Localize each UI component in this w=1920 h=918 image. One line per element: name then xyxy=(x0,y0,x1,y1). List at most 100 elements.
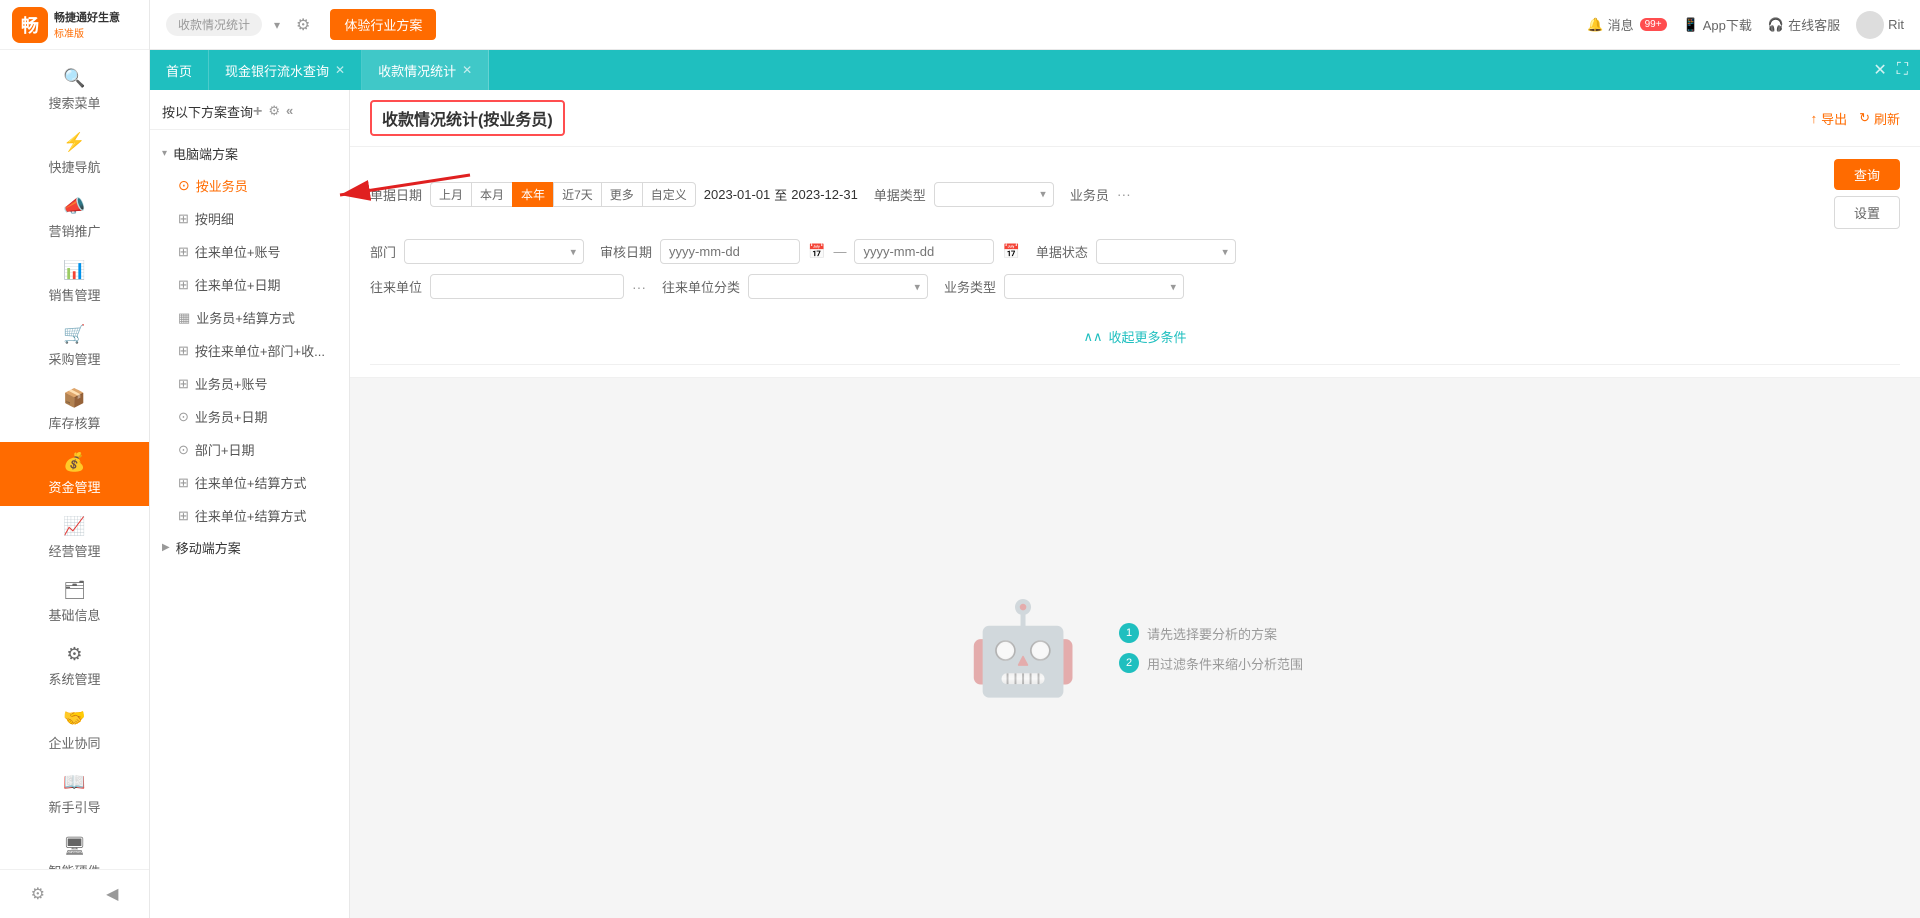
export-label: 导出 xyxy=(1821,109,1847,128)
app-download-label: App下载 xyxy=(1703,15,1752,34)
system-icon: ⚙ xyxy=(66,644,82,665)
sidebar-item-company[interactable]: 🤝 企业协同 xyxy=(0,698,149,762)
online-service-item[interactable]: 🎧 在线客服 xyxy=(1768,15,1840,34)
breadcrumb-chevron-icon[interactable]: ▾ xyxy=(274,18,280,32)
doc-status-select-wrapper xyxy=(1096,239,1236,264)
settings-scheme-icon[interactable]: ⚙ xyxy=(268,103,280,121)
sidebar-item-finance[interactable]: 💰 资金管理 xyxy=(0,442,149,506)
tab-home[interactable]: 首页 xyxy=(150,50,209,90)
gear-icon[interactable]: ⚙ xyxy=(296,15,310,35)
scheme-salesman-settle[interactable]: ▦ 业务员+结算方式 xyxy=(150,301,349,334)
salesman-label: 业务员 xyxy=(1070,185,1109,204)
sidebar-item-search[interactable]: 🔍 搜索菜单 xyxy=(0,58,149,122)
sidebar-item-ops[interactable]: 📈 经营管理 xyxy=(0,506,149,570)
date-tab-last7[interactable]: 近7天 xyxy=(553,182,601,207)
export-button[interactable]: ↑ 导出 xyxy=(1811,109,1848,128)
doc-type-select[interactable] xyxy=(934,182,1054,207)
mobile-section[interactable]: ▶ 移动端方案 xyxy=(150,532,349,563)
date-tab-prev-month[interactable]: 上月 xyxy=(430,182,471,207)
partner-input[interactable] xyxy=(430,274,624,299)
desktop-section[interactable]: ▾ 电脑端方案 xyxy=(150,138,349,169)
dept-label: 部门 xyxy=(370,242,396,261)
salesman-more-icon[interactable]: ··· xyxy=(1117,186,1131,202)
date-filter: 单据日期 上月 本月 本年 近7天 更多 自定义 2023-01-01 至 xyxy=(370,182,858,207)
settings-bottom-icon[interactable]: ⚙ xyxy=(23,880,53,908)
partner-category-filter: 往来单位分类 xyxy=(662,274,928,299)
scheme-unit-date[interactable]: ⊞ 往来单位+日期 xyxy=(150,268,349,301)
demo-button[interactable]: 体验行业方案 xyxy=(330,9,436,40)
review-date-to-input[interactable] xyxy=(854,239,994,264)
calendar-from-icon[interactable]: 📅 xyxy=(808,243,825,260)
biz-type-select[interactable] xyxy=(1004,274,1184,299)
settings-button[interactable]: 设置 xyxy=(1834,196,1900,229)
salesman-settle-icon: ▦ xyxy=(178,310,190,326)
left-panel: 按以下方案查询 + ⚙ « ▾ 电脑端方案 ⊙ 按业务员 ⊞ 按明 xyxy=(150,90,350,918)
app-download-item[interactable]: 📱 App下载 xyxy=(1683,15,1752,34)
collapse-label: 收起更多条件 xyxy=(1109,327,1187,346)
sidebar-item-purchase[interactable]: 🛒 采购管理 xyxy=(0,314,149,378)
logo-text-area: 畅捷通好生意 标准版 xyxy=(54,9,120,40)
user-item[interactable]: Rit xyxy=(1856,11,1904,39)
empty-state: 🤖 1 请先选择要分析的方案 2 用过滤条件来缩小分析范围 xyxy=(967,378,1303,918)
date-tab-more[interactable]: 更多 xyxy=(601,182,642,207)
left-panel-title: 按以下方案查询 xyxy=(162,102,253,121)
tip-2: 2 用过滤条件来缩小分析范围 xyxy=(1119,653,1303,673)
fullscreen-icon[interactable]: ⛶ xyxy=(1897,61,1908,79)
tab-bank[interactable]: 现金银行流水查询 ✕ xyxy=(209,50,362,90)
sidebar-item-marketing[interactable]: 📣 营销推广 xyxy=(0,186,149,250)
scheme-by-detail[interactable]: ⊞ 按明细 xyxy=(150,202,349,235)
date-tab-group: 上月 本月 本年 近7天 更多 自定义 xyxy=(430,182,696,207)
notifications-item[interactable]: 🔔 消息 99+ xyxy=(1587,15,1666,34)
sidebar-item-inventory[interactable]: 📦 库存核算 xyxy=(0,378,149,442)
scheme-salesman-date[interactable]: ⊙ 业务员+日期 xyxy=(150,400,349,433)
scheme-label: 往来单位+日期 xyxy=(195,275,281,294)
close-all-tabs-icon[interactable]: ✕ xyxy=(1873,60,1886,80)
sidebar-item-sales[interactable]: 📊 销售管理 xyxy=(0,250,149,314)
calendar-to-icon[interactable]: 📅 xyxy=(1002,243,1019,260)
collapse-panel-icon[interactable]: « xyxy=(286,103,293,121)
unit-dept-icon: ⊞ xyxy=(178,343,189,359)
date-tab-this-month[interactable]: 本月 xyxy=(471,182,512,207)
doc-status-select[interactable] xyxy=(1096,239,1236,264)
sidebar-item-label: 营销推广 xyxy=(48,221,100,240)
filter-row-1: 单据日期 上月 本月 本年 近7天 更多 自定义 2023-01-01 至 xyxy=(370,159,1900,229)
date-tab-custom[interactable]: 自定义 xyxy=(642,182,696,207)
sidebar-item-system[interactable]: ⚙ 系统管理 xyxy=(0,634,149,698)
review-date-from-input[interactable] xyxy=(660,239,800,264)
tab-bank-close-icon[interactable]: ✕ xyxy=(335,63,345,77)
sidebar: 畅 畅捷通好生意 标准版 🔍 搜索菜单 ⚡ 快捷导航 📣 营销推广 📊 销售管理… xyxy=(0,0,150,918)
collapse-button[interactable]: ∧∧ 收起更多条件 xyxy=(1083,319,1186,354)
dept-select[interactable] xyxy=(404,239,584,264)
collapse-sidebar-icon[interactable]: ◀ xyxy=(98,880,126,908)
scheme-unit-settle2[interactable]: ⊞ 往来单位+结算方式 xyxy=(150,499,349,532)
detail-scheme-icon: ⊞ xyxy=(178,211,189,227)
robot-illustration: 🤖 xyxy=(967,596,1079,701)
sidebar-item-guide[interactable]: 📖 新手引导 xyxy=(0,762,149,826)
tab-collection-label: 收款情况统计 xyxy=(378,61,456,80)
scheme-dept-date[interactable]: ⊙ 部门+日期 xyxy=(150,433,349,466)
scheme-label: 部门+日期 xyxy=(195,440,255,459)
sidebar-item-label: 基础信息 xyxy=(48,605,100,624)
sidebar-item-basic[interactable]: 🗂 基础信息 xyxy=(0,570,149,634)
scheme-salesman-account[interactable]: ⊞ 业务员+账号 xyxy=(150,367,349,400)
doc-type-select-wrapper xyxy=(934,182,1054,207)
tab-collection[interactable]: 收款情况统计 ✕ xyxy=(362,50,489,90)
partner-category-select[interactable] xyxy=(748,274,928,299)
scheme-unit-account[interactable]: ⊞ 往来单位+账号 xyxy=(150,235,349,268)
partner-dots-icon[interactable]: ··· xyxy=(632,279,646,295)
refresh-icon: ↻ xyxy=(1859,110,1870,126)
scheme-unit-dept[interactable]: ⊞ 按往来单位+部门+收... xyxy=(150,334,349,367)
tab-collection-close-icon[interactable]: ✕ xyxy=(462,63,472,77)
tip-num-1: 1 xyxy=(1119,623,1139,643)
notifications-badge: 99+ xyxy=(1640,18,1667,31)
date-tab-this-year[interactable]: 本年 xyxy=(512,182,553,207)
scheme-unit-settle1[interactable]: ⊞ 往来单位+结算方式 xyxy=(150,466,349,499)
sidebar-item-hardware[interactable]: 🖥 智能硬件 xyxy=(0,826,149,869)
tip-1-text: 请先选择要分析的方案 xyxy=(1147,624,1277,643)
refresh-button[interactable]: ↻ 刷新 xyxy=(1859,109,1900,128)
add-scheme-icon[interactable]: + xyxy=(253,103,262,121)
sidebar-item-label: 企业协同 xyxy=(48,733,100,752)
query-button[interactable]: 查询 xyxy=(1834,159,1900,190)
scheme-by-salesman[interactable]: ⊙ 按业务员 xyxy=(150,169,349,202)
sidebar-item-quicknav[interactable]: ⚡ 快捷导航 xyxy=(0,122,149,186)
